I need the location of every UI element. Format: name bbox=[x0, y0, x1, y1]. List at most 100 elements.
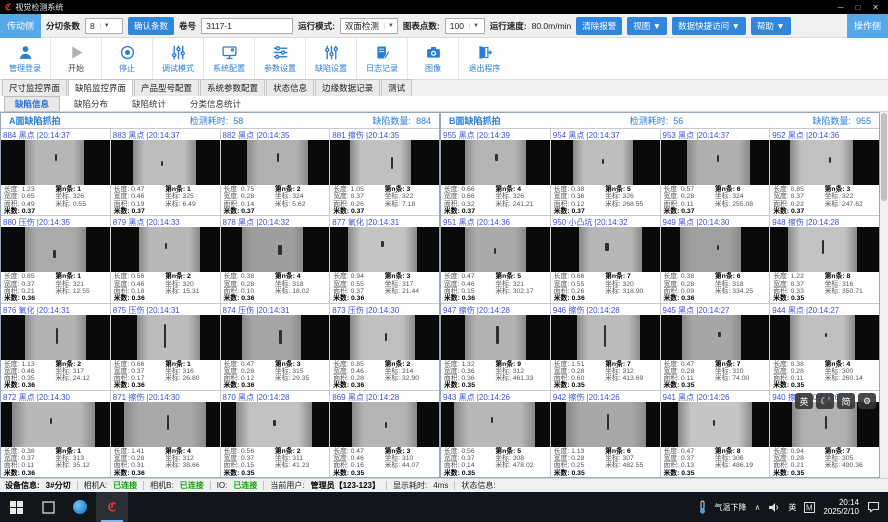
close-button[interactable]: ✕ bbox=[872, 3, 879, 12]
defect-cell[interactable]: 883 黑点 |20:14:37 长度: 0.47 宽度: 0.46 面积: 0… bbox=[111, 129, 220, 215]
defect-mark bbox=[713, 420, 715, 426]
defect-cell[interactable]: 879 黑点 |20:14:33 长度: 0.56 宽度: 0.46 面积: 0… bbox=[111, 216, 220, 302]
drive-side-button[interactable]: 传动侧 bbox=[0, 14, 41, 38]
defect-cell[interactable]: 943 黑点 |20:14:26 长度: 0.56 宽度: 0.37 面积: 0… bbox=[441, 391, 550, 477]
weather-text[interactable]: 气温下降 bbox=[715, 502, 747, 513]
tray-expand-caret[interactable]: ∧ bbox=[755, 503, 761, 512]
defect-cell[interactable]: 945 黑点 |20:14:27 长度: 0.47 宽度: 0.28 面积: 0… bbox=[661, 304, 770, 390]
defect-cell[interactable]: 870 黑点 |20:14:28 长度: 0.56 宽度: 0.37 面积: 0… bbox=[221, 391, 330, 477]
image-button[interactable]: 图像 bbox=[408, 38, 459, 79]
notification-center-icon[interactable] bbox=[867, 501, 880, 513]
ime-mode-icon[interactable]: M bbox=[804, 502, 815, 513]
lang-simplified-button[interactable]: 简 bbox=[837, 393, 855, 409]
parameter-settings-button[interactable]: 参数设置 bbox=[255, 38, 306, 79]
roll-number-label: 卷号 bbox=[179, 20, 196, 32]
minimize-button[interactable]: ─ bbox=[838, 3, 844, 12]
taskbar-app-inspection[interactable]: ℭ bbox=[96, 492, 128, 522]
clear-alarm-button[interactable]: 清除报警 bbox=[576, 17, 622, 35]
settings-gear-button[interactable]: ⚙ bbox=[858, 393, 876, 409]
defect-cell[interactable]: 944 黑点 |20:14:27 长度: 0.38 宽度: 0.28 面积: 0… bbox=[770, 304, 879, 390]
confirm-count-button[interactable]: 确认条数 bbox=[128, 17, 174, 35]
defect-cell[interactable]: 882 黑点 |20:14:35 长度: 0.75 宽度: 0.28 面积: 0… bbox=[221, 129, 330, 215]
defect-cell[interactable]: 875 压伤 |20:14:31 长度: 0.66 宽度: 0.37 面积: 0… bbox=[111, 304, 220, 390]
panel-scrollbar[interactable] bbox=[880, 112, 888, 478]
chart-points-select[interactable]: 100▼ bbox=[445, 18, 485, 34]
stop-button[interactable]: 停止 bbox=[102, 38, 153, 79]
roll-number-input[interactable]: 3117-1 bbox=[201, 18, 293, 34]
defect-cell[interactable]: 950 小凸坑 |20:14:32 长度: 0.66 宽度: 0.55 面积: … bbox=[551, 216, 660, 302]
defect-cell[interactable]: 948 擦伤 |20:14:28 长度: 1.22 宽度: 0.37 面积: 0… bbox=[770, 216, 879, 302]
system-config-button[interactable]: 系统配置 bbox=[204, 38, 255, 79]
debug-mode-button[interactable]: 调试模式 bbox=[153, 38, 204, 79]
ime-language-indicator[interactable]: 英 bbox=[788, 502, 796, 513]
defect-cell[interactable]: 871 擦伤 |20:14:30 长度: 1.41 宽度: 0.28 面积: 0… bbox=[111, 391, 220, 477]
defect-cell-header: 949 黑点 |20:14:30 bbox=[661, 216, 770, 227]
material-strip bbox=[350, 140, 411, 185]
exit-program-button[interactable]: 退出程序 bbox=[459, 38, 510, 79]
start-button[interactable] bbox=[0, 492, 32, 522]
defect-mark bbox=[495, 154, 498, 161]
tab-main-6[interactable]: 测试 bbox=[381, 79, 412, 96]
scrollbar-thumb[interactable] bbox=[881, 113, 887, 201]
defect-image bbox=[770, 140, 879, 185]
log-record-button[interactable]: 日志记录 bbox=[357, 38, 408, 79]
defect-cell[interactable]: 873 压伤 |20:14:30 长度: 0.85 宽度: 0.46 面积: 0… bbox=[330, 304, 439, 390]
defect-cell[interactable]: 876 氧化 |20:14:31 长度: 1.13 宽度: 0.46 面积: 0… bbox=[1, 304, 110, 390]
defect-cell[interactable]: 878 黑点 |20:14:32 长度: 0.38 宽度: 0.28 面积: 0… bbox=[221, 216, 330, 302]
defect-cell[interactable]: 941 黑点 |20:14:26 长度: 0.47 宽度: 0.37 面积: 0… bbox=[661, 391, 770, 477]
defect-cell[interactable]: 952 黑点 |20:14:36 长度: 0.85 宽度: 0.37 面积: 0… bbox=[770, 129, 879, 215]
defect-cell[interactable]: 942 擦伤 |20:14:26 长度: 1.13 宽度: 0.28 面积: 0… bbox=[551, 391, 660, 477]
task-view-button[interactable] bbox=[32, 492, 64, 522]
defect-cell[interactable]: 884 黑点 |20:14:37 长度: 1.23 宽度: 0.65 面积: 0… bbox=[1, 129, 110, 215]
camera-a-label: 相机A: bbox=[84, 480, 108, 491]
taskbar-clock[interactable]: 20:14 2025/2/10 bbox=[823, 498, 859, 516]
defect-mark bbox=[273, 420, 276, 426]
speaker-icon[interactable] bbox=[768, 502, 780, 513]
defect-cell[interactable]: 946 擦伤 |20:14:28 长度: 1.51 宽度: 0.28 面积: 0… bbox=[551, 304, 660, 390]
run-mode-select[interactable]: 双面检测▼ bbox=[340, 18, 398, 34]
defect-cell[interactable]: 951 黑点 |20:14:36 长度: 0.47 宽度: 0.46 面积: 0… bbox=[441, 216, 550, 302]
maximize-button[interactable]: □ bbox=[855, 3, 860, 12]
defect-mark bbox=[607, 414, 609, 430]
taskbar-app-browser[interactable] bbox=[64, 492, 96, 522]
defect-cell[interactable]: 881 擦伤 |20:14:35 长度: 1.05 宽度: 0.37 面积: 0… bbox=[330, 129, 439, 215]
tab-main-4[interactable]: 状态信息 bbox=[266, 79, 314, 96]
defect-cell[interactable]: 953 黑点 |20:14:37 长度: 0.57 宽度: 0.28 面积: 0… bbox=[661, 129, 770, 215]
admin-login-button[interactable]: 管理登录 bbox=[0, 38, 51, 79]
defect-image bbox=[551, 227, 660, 272]
defect-cell[interactable]: 869 黑点 |20:14:28 长度: 0.47 宽度: 0.46 面积: 0… bbox=[330, 391, 439, 477]
tab-main-1[interactable]: 缺陷监控界面 bbox=[68, 79, 133, 96]
tab-sub-2[interactable]: 缺陷统计 bbox=[122, 97, 176, 111]
defect-cell[interactable]: 954 黑点 |20:14:37 长度: 0.38 宽度: 0.36 面积: 0… bbox=[551, 129, 660, 215]
operate-side-button[interactable]: 操作侧 bbox=[847, 14, 888, 38]
defect-cell[interactable]: 947 擦伤 |20:14:28 长度: 1.32 宽度: 0.36 面积: 0… bbox=[441, 304, 550, 390]
tab-sub-0[interactable]: 缺陷信息 bbox=[4, 96, 60, 112]
defect-cell[interactable]: 874 压伤 |20:14:31 长度: 0.47 宽度: 0.28 面积: 0… bbox=[221, 304, 330, 390]
view-menu-button[interactable]: 视图 ▼ bbox=[627, 17, 667, 35]
lang-english-button[interactable]: 英 bbox=[795, 393, 813, 409]
tab-main-2[interactable]: 产品型号配置 bbox=[134, 79, 199, 96]
defect-cell[interactable]: 880 压伤 |20:14:35 长度: 0.85 宽度: 0.37 面积: 0… bbox=[1, 216, 110, 302]
data-quick-access-menu-button[interactable]: 数据快捷访问 ▼ bbox=[672, 17, 746, 35]
defect-panels: A面缺陷抓拍 检测耗时: 58 缺陷数量: 884 884 黑点 |20:14:… bbox=[0, 112, 888, 478]
tab-main-3[interactable]: 系统参数配置 bbox=[200, 79, 265, 96]
theme-moon-button[interactable]: ☾' bbox=[816, 393, 834, 409]
tab-main-5[interactable]: 边缘数据记录 bbox=[315, 79, 380, 96]
defect-cell[interactable]: 955 黑点 |20:14:39 长度: 0.66 宽度: 0.66 面积: 0… bbox=[441, 129, 550, 215]
defect-cell[interactable]: 872 黑点 |20:14:30 长度: 0.38 宽度: 0.37 面积: 0… bbox=[1, 391, 110, 477]
defect-cell-header: 877 氧化 |20:14:31 bbox=[330, 216, 439, 227]
defect-cell[interactable]: 949 黑点 |20:14:30 长度: 0.38 宽度: 0.28 面积: 0… bbox=[661, 216, 770, 302]
tab-main-0[interactable]: 尺寸监控界面 bbox=[2, 79, 67, 96]
tab-sub-3[interactable]: 分类信息统计 bbox=[180, 97, 251, 111]
tab-sub-1[interactable]: 缺陷分布 bbox=[64, 97, 118, 111]
chevron-down-icon: ▼ bbox=[384, 23, 394, 29]
speed-value: 80.0m/min bbox=[532, 21, 572, 31]
help-menu-button[interactable]: 帮助 ▼ bbox=[751, 17, 791, 35]
defect-cell-header: 879 黑点 |20:14:33 bbox=[111, 216, 220, 227]
defect-cell[interactable]: 877 氧化 |20:14:31 长度: 0.94 宽度: 0.55 面积: 0… bbox=[330, 216, 439, 302]
start-button[interactable]: 开始 bbox=[51, 38, 102, 79]
defect-settings-button[interactable]: 缺陷设置 bbox=[306, 38, 357, 79]
slit-count-select[interactable]: 8▼ bbox=[85, 18, 123, 34]
material-strip bbox=[465, 315, 526, 360]
defect-image bbox=[1, 402, 110, 447]
